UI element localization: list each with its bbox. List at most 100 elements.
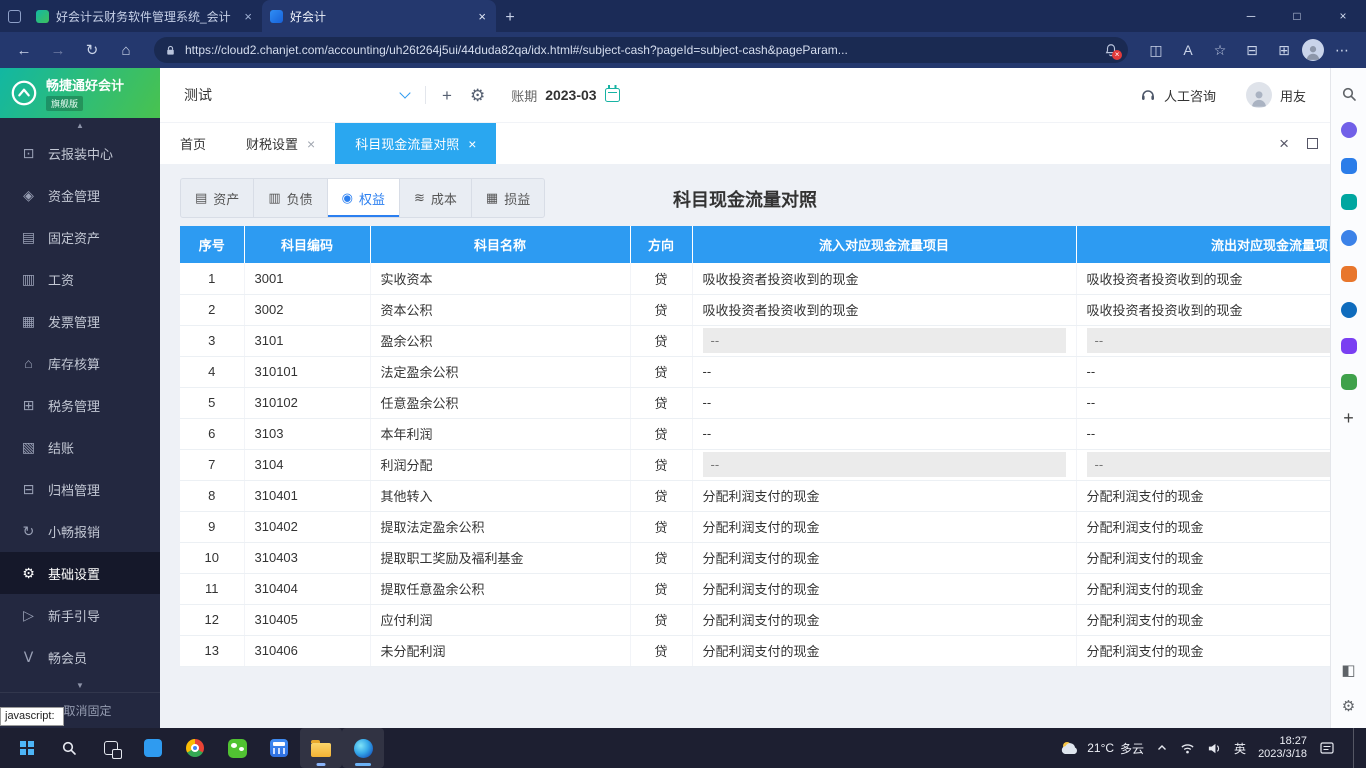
category-tab-liability[interactable]: ▥ 负债	[254, 179, 328, 217]
browser-tab[interactable]: 好会计 ×	[262, 0, 496, 32]
category-tab-profit[interactable]: ▦ 损益	[472, 179, 544, 217]
outflow-cell[interactable]: 分配利润支付的现金	[1076, 480, 1330, 512]
designer-icon[interactable]	[1339, 336, 1359, 356]
refresh-icon[interactable]: ↻	[78, 36, 106, 64]
people-icon[interactable]	[1339, 228, 1359, 248]
table-row[interactable]: 9 310402 提取法定盈余公积贷分配利润支付的现金 分配利润支付的现金	[180, 511, 1330, 543]
outflow-cell[interactable]: 分配利润支付的现金	[1076, 542, 1330, 574]
table-row[interactable]: 4 310101 法定盈余公积贷 -- --	[180, 356, 1330, 388]
table-row[interactable]: 8 310401 其他转入贷分配利润支付的现金 分配利润支付的现金	[180, 480, 1330, 512]
notifications-blocked-icon[interactable]: ×	[1104, 43, 1122, 60]
more-menu-icon[interactable]: ⋯	[1328, 36, 1356, 64]
favorites-add-icon[interactable]: ☆	[1206, 36, 1234, 64]
shopping-icon[interactable]	[1339, 156, 1359, 176]
favorites-icon[interactable]: ⊟	[1238, 36, 1266, 64]
sidebar-item-archive[interactable]: ⊟ 归档管理	[0, 468, 160, 510]
inflow-cell[interactable]: --	[692, 387, 1077, 419]
home-icon[interactable]: ⌂	[112, 36, 140, 64]
inflow-cell[interactable]: --	[692, 449, 1077, 481]
maximize-button[interactable]: □	[1274, 0, 1320, 32]
taskbar-button-calculator[interactable]	[258, 728, 300, 768]
sidebar-item-invoice[interactable]: ▦ 发票管理	[0, 300, 160, 342]
tab-close-icon[interactable]: ×	[307, 136, 315, 152]
url-text[interactable]: https://cloud2.chanjet.com/accounting/uh…	[185, 43, 1096, 57]
sidebar-item-reimburse[interactable]: ↻ 小畅报销	[0, 510, 160, 552]
volume-icon[interactable]	[1207, 741, 1222, 756]
table-row[interactable]: 11 310404 提取任意盈余公积贷分配利润支付的现金 分配利润支付的现金	[180, 573, 1330, 605]
sidebar-item-settings[interactable]: ⚙ 基础设置	[0, 552, 160, 594]
user-name[interactable]: 用友	[1280, 86, 1306, 105]
taskbar-button-search[interactable]	[48, 728, 90, 768]
page-tab[interactable]: 财税设置 ×	[226, 123, 335, 164]
company-selector[interactable]: 测试	[184, 85, 411, 105]
sidebar-scroll-up-icon[interactable]: ▲	[0, 118, 160, 132]
inflow-cell[interactable]: 分配利润支付的现金	[692, 480, 1077, 512]
table-row[interactable]: 6 3103 本年利润贷 -- --	[180, 418, 1330, 450]
add-account-set-icon[interactable]: +	[442, 87, 452, 104]
outlook-icon[interactable]	[1339, 300, 1359, 320]
inflow-cell[interactable]: --	[692, 356, 1077, 388]
collections-icon[interactable]: ⊞	[1270, 36, 1298, 64]
notification-center-icon[interactable]	[1319, 740, 1335, 756]
table-row[interactable]: 5 310102 任意盈余公积贷 -- --	[180, 387, 1330, 419]
sidebar-item-closing[interactable]: ▧ 结账	[0, 426, 160, 468]
microsoft-365-icon[interactable]	[1339, 264, 1359, 284]
tab-close-icon[interactable]: ×	[468, 136, 476, 152]
read-aloud-icon[interactable]: A	[1174, 36, 1202, 64]
clock[interactable]: 18:27 2023/3/18	[1258, 735, 1307, 761]
inflow-cell[interactable]: 吸收投资者投资收到的现金	[692, 263, 1077, 295]
tray-overflow-chevron-icon[interactable]	[1156, 742, 1168, 754]
outflow-cell[interactable]: 分配利润支付的现金	[1076, 573, 1330, 605]
table-row[interactable]: 12 310405 应付利润贷分配利润支付的现金 分配利润支付的现金	[180, 604, 1330, 636]
inflow-cell[interactable]: --	[692, 325, 1077, 357]
close-all-tabs-icon[interactable]: ×	[1279, 134, 1289, 154]
side-panel-icon[interactable]: ◧	[1339, 660, 1359, 680]
category-tab-cost[interactable]: ≋ 成本	[400, 179, 472, 217]
user-avatar[interactable]	[1245, 82, 1272, 108]
outflow-cell[interactable]: 分配利润支付的现金	[1076, 604, 1330, 636]
category-tab-asset[interactable]: ▤ 资产	[181, 179, 255, 217]
weather-widget[interactable]: 21°C 多云	[1059, 739, 1144, 757]
search-icon[interactable]	[1339, 84, 1359, 104]
outflow-cell[interactable]: --	[1076, 356, 1330, 388]
wifi-icon[interactable]	[1180, 741, 1195, 756]
taskbar-button-wechat[interactable]	[216, 728, 258, 768]
taskbar-button-chrome[interactable]	[174, 728, 216, 768]
table-row[interactable]: 13 310406 未分配利润贷分配利润支付的现金 分配利润支付的现金	[180, 635, 1330, 667]
tools-icon[interactable]	[1339, 192, 1359, 212]
taskbar-button-edge[interactable]	[342, 728, 384, 768]
sidebar-item-cloud-install[interactable]: ⊡ 云报装中心	[0, 132, 160, 174]
tab-close-icon[interactable]: ×	[476, 9, 488, 24]
taskbar-button-store[interactable]	[132, 728, 174, 768]
address-bar[interactable]: https://cloud2.chanjet.com/accounting/uh…	[154, 37, 1128, 63]
settings-icon[interactable]: ⚙	[1339, 696, 1359, 716]
sidebar-item-inventory[interactable]: ⌂ 库存核算	[0, 342, 160, 384]
sidebar-item-guide[interactable]: ▷ 新手引导	[0, 594, 160, 636]
table-row[interactable]: 7 3104 利润分配贷 -- --	[180, 449, 1330, 481]
split-screen-icon[interactable]: ◫	[1142, 36, 1170, 64]
inflow-cell[interactable]: 分配利润支付的现金	[692, 635, 1077, 667]
sidebar-scroll-down-icon[interactable]: ▼	[0, 678, 160, 692]
minimize-button[interactable]: ─	[1228, 0, 1274, 32]
close-button[interactable]: ×	[1320, 0, 1366, 32]
outflow-cell[interactable]: --	[1076, 325, 1330, 357]
sidebar-item-fixed-assets[interactable]: ▤ 固定资产	[0, 216, 160, 258]
outflow-cell[interactable]: --	[1076, 387, 1330, 419]
outflow-cell[interactable]: 分配利润支付的现金	[1076, 635, 1330, 667]
inflow-cell[interactable]: 吸收投资者投资收到的现金	[692, 294, 1077, 326]
ime-language-indicator[interactable]: 英	[1234, 740, 1246, 757]
tab-close-icon[interactable]: ×	[242, 9, 254, 24]
taskbar-button-task-view[interactable]	[90, 728, 132, 768]
outflow-cell[interactable]: 分配利润支付的现金	[1076, 511, 1330, 543]
forward-icon[interactable]: →	[44, 36, 72, 64]
inflow-cell[interactable]: 分配利润支付的现金	[692, 573, 1077, 605]
outflow-cell[interactable]: --	[1076, 418, 1330, 450]
add-icon[interactable]: +	[1339, 408, 1359, 428]
period-value[interactable]: 2023-03	[545, 87, 596, 103]
inflow-cell[interactable]: 分配利润支付的现金	[692, 542, 1077, 574]
outflow-cell[interactable]: 吸收投资者投资收到的现金	[1076, 263, 1330, 295]
browser-tab[interactable]: 好会计云财务软件管理系统_会计 ×	[28, 0, 262, 32]
fullscreen-icon[interactable]	[1307, 138, 1318, 149]
table-row[interactable]: 3 3101 盈余公积贷 -- --	[180, 325, 1330, 357]
copilot-icon[interactable]	[1339, 120, 1359, 140]
